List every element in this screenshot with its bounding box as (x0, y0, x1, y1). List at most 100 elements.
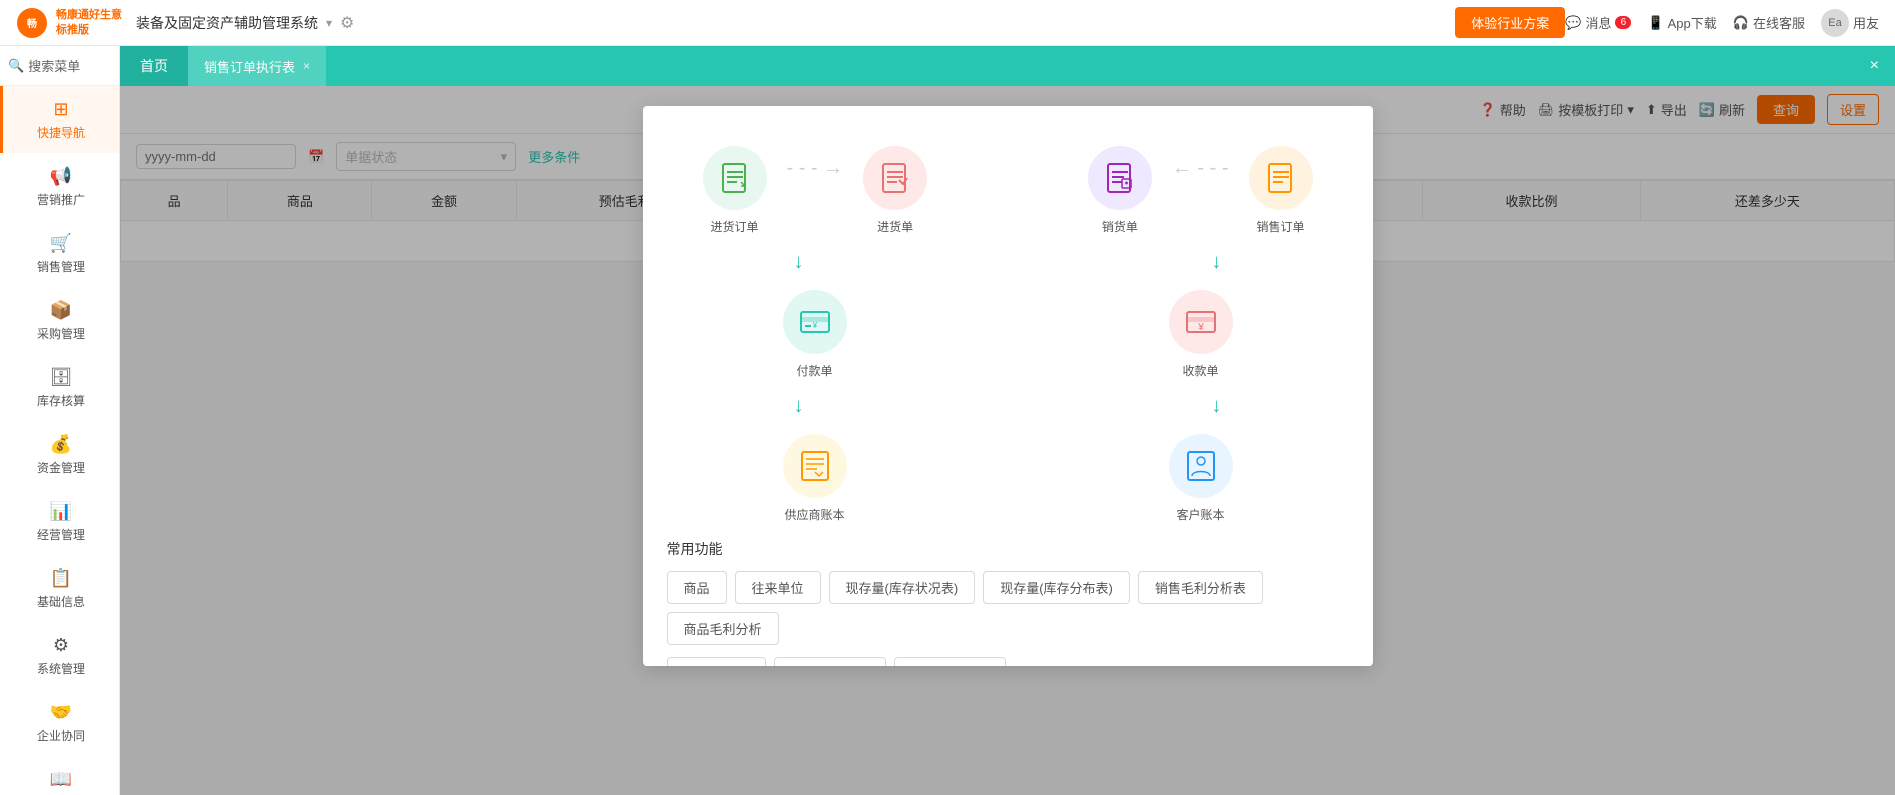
sidebar-item-sales[interactable]: 🛒 销售管理 (0, 220, 119, 287)
flow-arrow-h2: ← - - - (1172, 157, 1229, 224)
down-arrow-3: ↓ (767, 395, 831, 418)
message-badge: 6 (1615, 16, 1631, 29)
popup-panel: 进货订单 - - - → (643, 106, 1373, 666)
customer-label: 客户账本 (1176, 506, 1224, 523)
settings-icon[interactable]: ⚙ (340, 13, 354, 33)
finance-icon: 💰 (50, 433, 72, 455)
flow-row-2: ¥ 付款单 (667, 274, 1349, 395)
flow-diagram: 进货订单 - - - → (667, 130, 1349, 539)
svg-text:¥: ¥ (811, 321, 817, 330)
func-btn-receipt-stats[interactable]: 收款情况统计 (774, 657, 886, 666)
overlay[interactable]: 进货订单 - - - → (120, 86, 1895, 795)
purchase-icon: 📦 (50, 299, 72, 321)
inventory-icon: 🗄 (50, 366, 72, 388)
guide-icon: 📖 (50, 768, 72, 790)
flow-arrow-h1: - - - → (787, 157, 844, 224)
flow-node-purchase-order[interactable]: 进货订单 (687, 130, 783, 251)
sidebar-item-inventory[interactable]: 🗄 库存核算 (0, 354, 119, 421)
sidebar-item-finance[interactable]: 💰 资金管理 (0, 421, 119, 488)
func-btn-sales-profit[interactable]: 销售毛利分析表 (1138, 571, 1263, 604)
sales-bill-circle (1088, 146, 1152, 210)
phone-icon: 📱 (1647, 15, 1663, 31)
sidebar-search[interactable]: 🔍 搜索菜单 (0, 46, 119, 86)
system-title-text: 装备及固定资产辅助管理系统 (136, 13, 318, 33)
customer-circle (1169, 434, 1233, 498)
flow-node-sales-bill[interactable]: 销货单 (1072, 130, 1168, 251)
func-btn-goods[interactable]: 商品 (667, 571, 727, 604)
user-item[interactable]: Ea 用友 (1821, 9, 1879, 37)
enterprise-icon: 🤝 (50, 701, 72, 723)
sidebar-item-base[interactable]: 📋 基础信息 (0, 555, 119, 622)
purchase-bill-circle (863, 146, 927, 210)
sales-order-circle (1249, 146, 1313, 210)
func-btn-payment-stats[interactable]: 付款情况统计 (894, 657, 1006, 666)
tab-bar-close[interactable]: × (1854, 46, 1895, 86)
tab-sales-order[interactable]: 销售订单执行表 × (188, 46, 326, 86)
system-title: 装备及固定资产辅助管理系统 ▾ ⚙ (136, 13, 1455, 33)
sidebar-item-operation[interactable]: 📊 经营管理 (0, 488, 119, 555)
sidebar-item-purchase[interactable]: 📦 采购管理 (0, 287, 119, 354)
sidebar-item-quick[interactable]: ⊞ 快捷导航 (0, 86, 119, 153)
down-arrow-4: ↓ (1185, 395, 1249, 418)
flow-row-arrows: ↓ ↓ (667, 251, 1349, 274)
flow-node-payment[interactable]: ¥ 付款单 (767, 274, 863, 395)
down-arrow-2: ↓ (1185, 251, 1249, 274)
content-area: 首页 销售订单执行表 × × ❓ 帮助 🖨 按模板打印 ▾ (120, 46, 1895, 795)
search-icon: 🔍 (8, 58, 24, 74)
svg-text:畅: 畅 (27, 17, 37, 30)
trial-button[interactable]: 体验行业方案 (1455, 7, 1565, 38)
page-content: ❓ 帮助 🖨 按模板打印 ▾ ⬆ 导出 🔄 刷新 查询 设置 (120, 86, 1895, 795)
tab-home[interactable]: 首页 (120, 46, 188, 86)
service-item[interactable]: 🎧 在线客服 (1733, 13, 1805, 32)
func-buttons-row2: 销售排行榜 收款情况统计 付款情况统计 (667, 657, 1349, 666)
topbar: 畅 畅康通好生意 标推版 装备及固定资产辅助管理系统 ▾ ⚙ 体验行业方案 💬 … (0, 0, 1895, 46)
dropdown-icon[interactable]: ▾ (326, 16, 332, 30)
tab-close-icon[interactable]: × (303, 59, 310, 73)
flow-node-purchase-bill[interactable]: 进货单 (847, 130, 943, 251)
message-item[interactable]: 💬 消息 6 (1565, 13, 1631, 32)
func-btn-partners[interactable]: 往来单位 (735, 571, 821, 604)
sidebar-item-system[interactable]: ⚙ 系统管理 (0, 622, 119, 689)
common-functions-title: 常用功能 (667, 539, 1349, 559)
payment-label: 付款单 (796, 362, 832, 379)
logo-area: 畅 畅康通好生意 标推版 (16, 7, 136, 39)
app-download-item[interactable]: 📱 App下载 (1647, 13, 1716, 32)
sidebar-item-enterprise[interactable]: 🤝 企业协同 (0, 689, 119, 756)
sidebar: 🔍 搜索菜单 ⊞ 快捷导航 📢 营销推广 🛒 销售管理 📦 采购管理 🗄 库存核… (0, 46, 120, 795)
func-btn-sales-rank[interactable]: 销售排行榜 (667, 657, 766, 666)
func-btn-stock-status[interactable]: 现存量(库存状况表) (829, 571, 976, 604)
avatar: Ea (1821, 9, 1849, 37)
func-btn-stock-dist[interactable]: 现存量(库存分布表) (983, 571, 1130, 604)
flow-row-arrows2: ↓ ↓ (667, 395, 1349, 418)
sales-bill-label: 销货单 (1102, 218, 1138, 235)
common-functions-section: 常用功能 商品 往来单位 现存量(库存状况表) 现存量(库存分布表) 销售毛利分… (667, 539, 1349, 666)
purchase-order-label: 进货订单 (710, 218, 758, 235)
marketing-icon: 📢 (50, 165, 72, 187)
sales-order-label: 销售订单 (1256, 218, 1304, 235)
headset-icon: 🎧 (1733, 15, 1749, 31)
sales-icon: 🛒 (50, 232, 72, 254)
purchase-bill-label: 进货单 (877, 218, 913, 235)
svg-text:¥: ¥ (1197, 322, 1204, 333)
purchase-order-circle (703, 146, 767, 210)
sidebar-item-guide[interactable]: 📖 新手引导 (0, 756, 119, 795)
topbar-right: 💬 消息 6 📱 App下载 🎧 在线客服 Ea 用友 (1565, 9, 1879, 37)
receipt-circle: ¥ (1169, 290, 1233, 354)
tab-bar: 首页 销售订单执行表 × × (120, 46, 1895, 86)
func-btn-goods-profit[interactable]: 商品毛利分析 (667, 612, 779, 645)
logo-text: 畅康通好生意 标推版 (56, 8, 122, 37)
flow-node-supplier[interactable]: 供应商账本 (767, 418, 863, 539)
sidebar-item-marketing[interactable]: 📢 营销推广 (0, 153, 119, 220)
down-arrow-1: ↓ (767, 251, 831, 274)
flow-node-sales-order[interactable]: 销售订单 (1233, 130, 1329, 251)
supplier-label: 供应商账本 (784, 506, 844, 523)
flow-node-receipt[interactable]: ¥ 收款单 (1153, 274, 1249, 395)
system-icon: ⚙ (50, 634, 72, 656)
flow-row-1: 进货订单 - - - → (667, 130, 1349, 251)
main-layout: 🔍 搜索菜单 ⊞ 快捷导航 📢 营销推广 🛒 销售管理 📦 采购管理 🗄 库存核… (0, 46, 1895, 795)
base-icon: 📋 (50, 567, 72, 589)
supplier-circle (783, 434, 847, 498)
operation-icon: 📊 (50, 500, 72, 522)
flow-node-customer[interactable]: 客户账本 (1153, 418, 1249, 539)
flow-row-3: 供应商账本 (667, 418, 1349, 539)
